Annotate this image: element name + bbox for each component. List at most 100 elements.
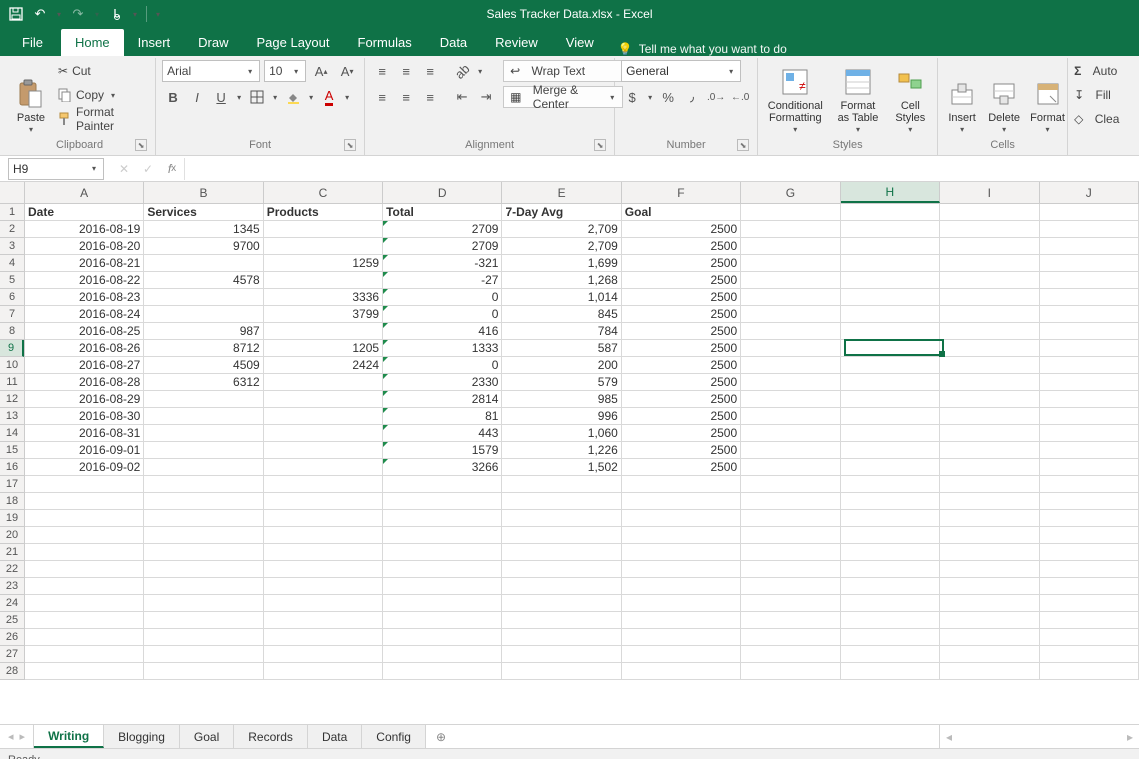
cell-G15[interactable] xyxy=(741,442,840,459)
cell-H1[interactable] xyxy=(841,204,940,221)
cell-D9[interactable]: 1333 xyxy=(383,340,502,357)
cell-J20[interactable] xyxy=(1040,527,1139,544)
cell-D20[interactable] xyxy=(383,527,502,544)
cell-A8[interactable]: 2016-08-25 xyxy=(25,323,144,340)
clipboard-launcher[interactable]: ⬊ xyxy=(135,139,147,151)
sheet-tab-writing[interactable]: Writing xyxy=(34,725,104,748)
fx-icon[interactable]: fx xyxy=(160,158,184,180)
row-header-18[interactable]: 18 xyxy=(0,493,24,510)
cell-F17[interactable] xyxy=(622,476,741,493)
row-header-28[interactable]: 28 xyxy=(0,663,24,680)
cell-H7[interactable] xyxy=(841,306,940,323)
cell-E8[interactable]: 784 xyxy=(502,323,621,340)
sheet-tab-goal[interactable]: Goal xyxy=(180,725,234,748)
insert-cells-button[interactable]: Insert▾ xyxy=(944,60,980,137)
cell-F20[interactable] xyxy=(622,527,741,544)
new-sheet-button[interactable]: ⊕ xyxy=(426,725,456,748)
format-cells-button[interactable]: Format▾ xyxy=(1028,60,1067,137)
cell-E13[interactable]: 996 xyxy=(502,408,621,425)
cell-A15[interactable]: 2016-09-01 xyxy=(25,442,144,459)
cell-E3[interactable]: 2,709 xyxy=(502,238,621,255)
cell-B12[interactable] xyxy=(144,391,263,408)
cell-C19[interactable] xyxy=(264,510,383,527)
wrap-text-button[interactable]: ↩ Wrap Text xyxy=(503,60,623,82)
decrease-indent-icon[interactable]: ⇤ xyxy=(451,86,473,108)
cell-E25[interactable] xyxy=(502,612,621,629)
cell-I8[interactable] xyxy=(940,323,1039,340)
cell-J8[interactable] xyxy=(1040,323,1139,340)
cell-C26[interactable] xyxy=(264,629,383,646)
row-header-27[interactable]: 27 xyxy=(0,646,24,663)
row-headers[interactable]: 1234567891011121314151617181920212223242… xyxy=(0,204,25,680)
cell-D12[interactable]: 2814 xyxy=(383,391,502,408)
cell-C25[interactable] xyxy=(264,612,383,629)
cell-B18[interactable] xyxy=(144,493,263,510)
cell-A23[interactable] xyxy=(25,578,144,595)
tab-file[interactable]: File xyxy=(8,29,57,56)
sheet-tab-config[interactable]: Config xyxy=(362,725,426,748)
cell-G23[interactable] xyxy=(741,578,840,595)
clear-button[interactable]: ◇ Clea xyxy=(1074,108,1129,130)
cell-D24[interactable] xyxy=(383,595,502,612)
comma-icon[interactable]: ٫ xyxy=(681,86,703,108)
cell-A17[interactable] xyxy=(25,476,144,493)
col-header-A[interactable]: A xyxy=(25,182,144,203)
cell-F12[interactable]: 2500 xyxy=(622,391,741,408)
align-middle-icon[interactable]: ≡ xyxy=(395,60,417,82)
row-header-17[interactable]: 17 xyxy=(0,476,24,493)
cell-F18[interactable] xyxy=(622,493,741,510)
cell-H20[interactable] xyxy=(841,527,940,544)
cell-A26[interactable] xyxy=(25,629,144,646)
cell-C11[interactable] xyxy=(264,374,383,391)
cell-B27[interactable] xyxy=(144,646,263,663)
cell-G18[interactable] xyxy=(741,493,840,510)
cell-F4[interactable]: 2500 xyxy=(622,255,741,272)
cell-J26[interactable] xyxy=(1040,629,1139,646)
font-size-input[interactable]: 10▾ xyxy=(264,60,306,82)
col-header-B[interactable]: B xyxy=(144,182,263,203)
col-header-H[interactable]: H xyxy=(841,182,940,203)
cell-J9[interactable] xyxy=(1040,340,1139,357)
cell-E17[interactable] xyxy=(502,476,621,493)
cell-J12[interactable] xyxy=(1040,391,1139,408)
autosum-button[interactable]: Σ Auto xyxy=(1074,60,1129,82)
fill-color-button[interactable] xyxy=(282,86,304,108)
cell-C7[interactable]: 3799 xyxy=(264,306,383,323)
row-header-21[interactable]: 21 xyxy=(0,544,24,561)
row-header-2[interactable]: 2 xyxy=(0,221,24,238)
cell-H18[interactable] xyxy=(841,493,940,510)
row-header-22[interactable]: 22 xyxy=(0,561,24,578)
cell-E24[interactable] xyxy=(502,595,621,612)
sheet-tab-data[interactable]: Data xyxy=(308,725,362,748)
sheet-tab-blogging[interactable]: Blogging xyxy=(104,725,180,748)
cell-F22[interactable] xyxy=(622,561,741,578)
cell-I13[interactable] xyxy=(940,408,1039,425)
cancel-formula-icon[interactable]: ✕ xyxy=(112,158,136,180)
cell-G14[interactable] xyxy=(741,425,840,442)
font-color-button[interactable]: A xyxy=(318,86,340,108)
cell-F8[interactable]: 2500 xyxy=(622,323,741,340)
sheet-nav[interactable]: ◂▸ xyxy=(0,725,34,748)
cell-I4[interactable] xyxy=(940,255,1039,272)
cell-J19[interactable] xyxy=(1040,510,1139,527)
format-as-table-button[interactable]: Format as Table▾ xyxy=(832,60,883,137)
row-header-1[interactable]: 1 xyxy=(0,204,24,221)
cell-D28[interactable] xyxy=(383,663,502,680)
cell-D16[interactable]: 3266 xyxy=(383,459,502,476)
cell-G24[interactable] xyxy=(741,595,840,612)
merge-center-button[interactable]: ▦ Merge & Center ▾ xyxy=(503,86,623,108)
cell-H13[interactable] xyxy=(841,408,940,425)
cell-H22[interactable] xyxy=(841,561,940,578)
cell-I21[interactable] xyxy=(940,544,1039,561)
cell-H3[interactable] xyxy=(841,238,940,255)
tab-formulas[interactable]: Formulas xyxy=(344,29,426,56)
cell-J13[interactable] xyxy=(1040,408,1139,425)
cell-I18[interactable] xyxy=(940,493,1039,510)
cell-styles-button[interactable]: Cell Styles▾ xyxy=(889,60,931,137)
cell-D13[interactable]: 81 xyxy=(383,408,502,425)
number-launcher[interactable]: ⬊ xyxy=(737,139,749,151)
cell-E7[interactable]: 845 xyxy=(502,306,621,323)
cell-E14[interactable]: 1,060 xyxy=(502,425,621,442)
cell-G2[interactable] xyxy=(741,221,840,238)
row-header-6[interactable]: 6 xyxy=(0,289,24,306)
